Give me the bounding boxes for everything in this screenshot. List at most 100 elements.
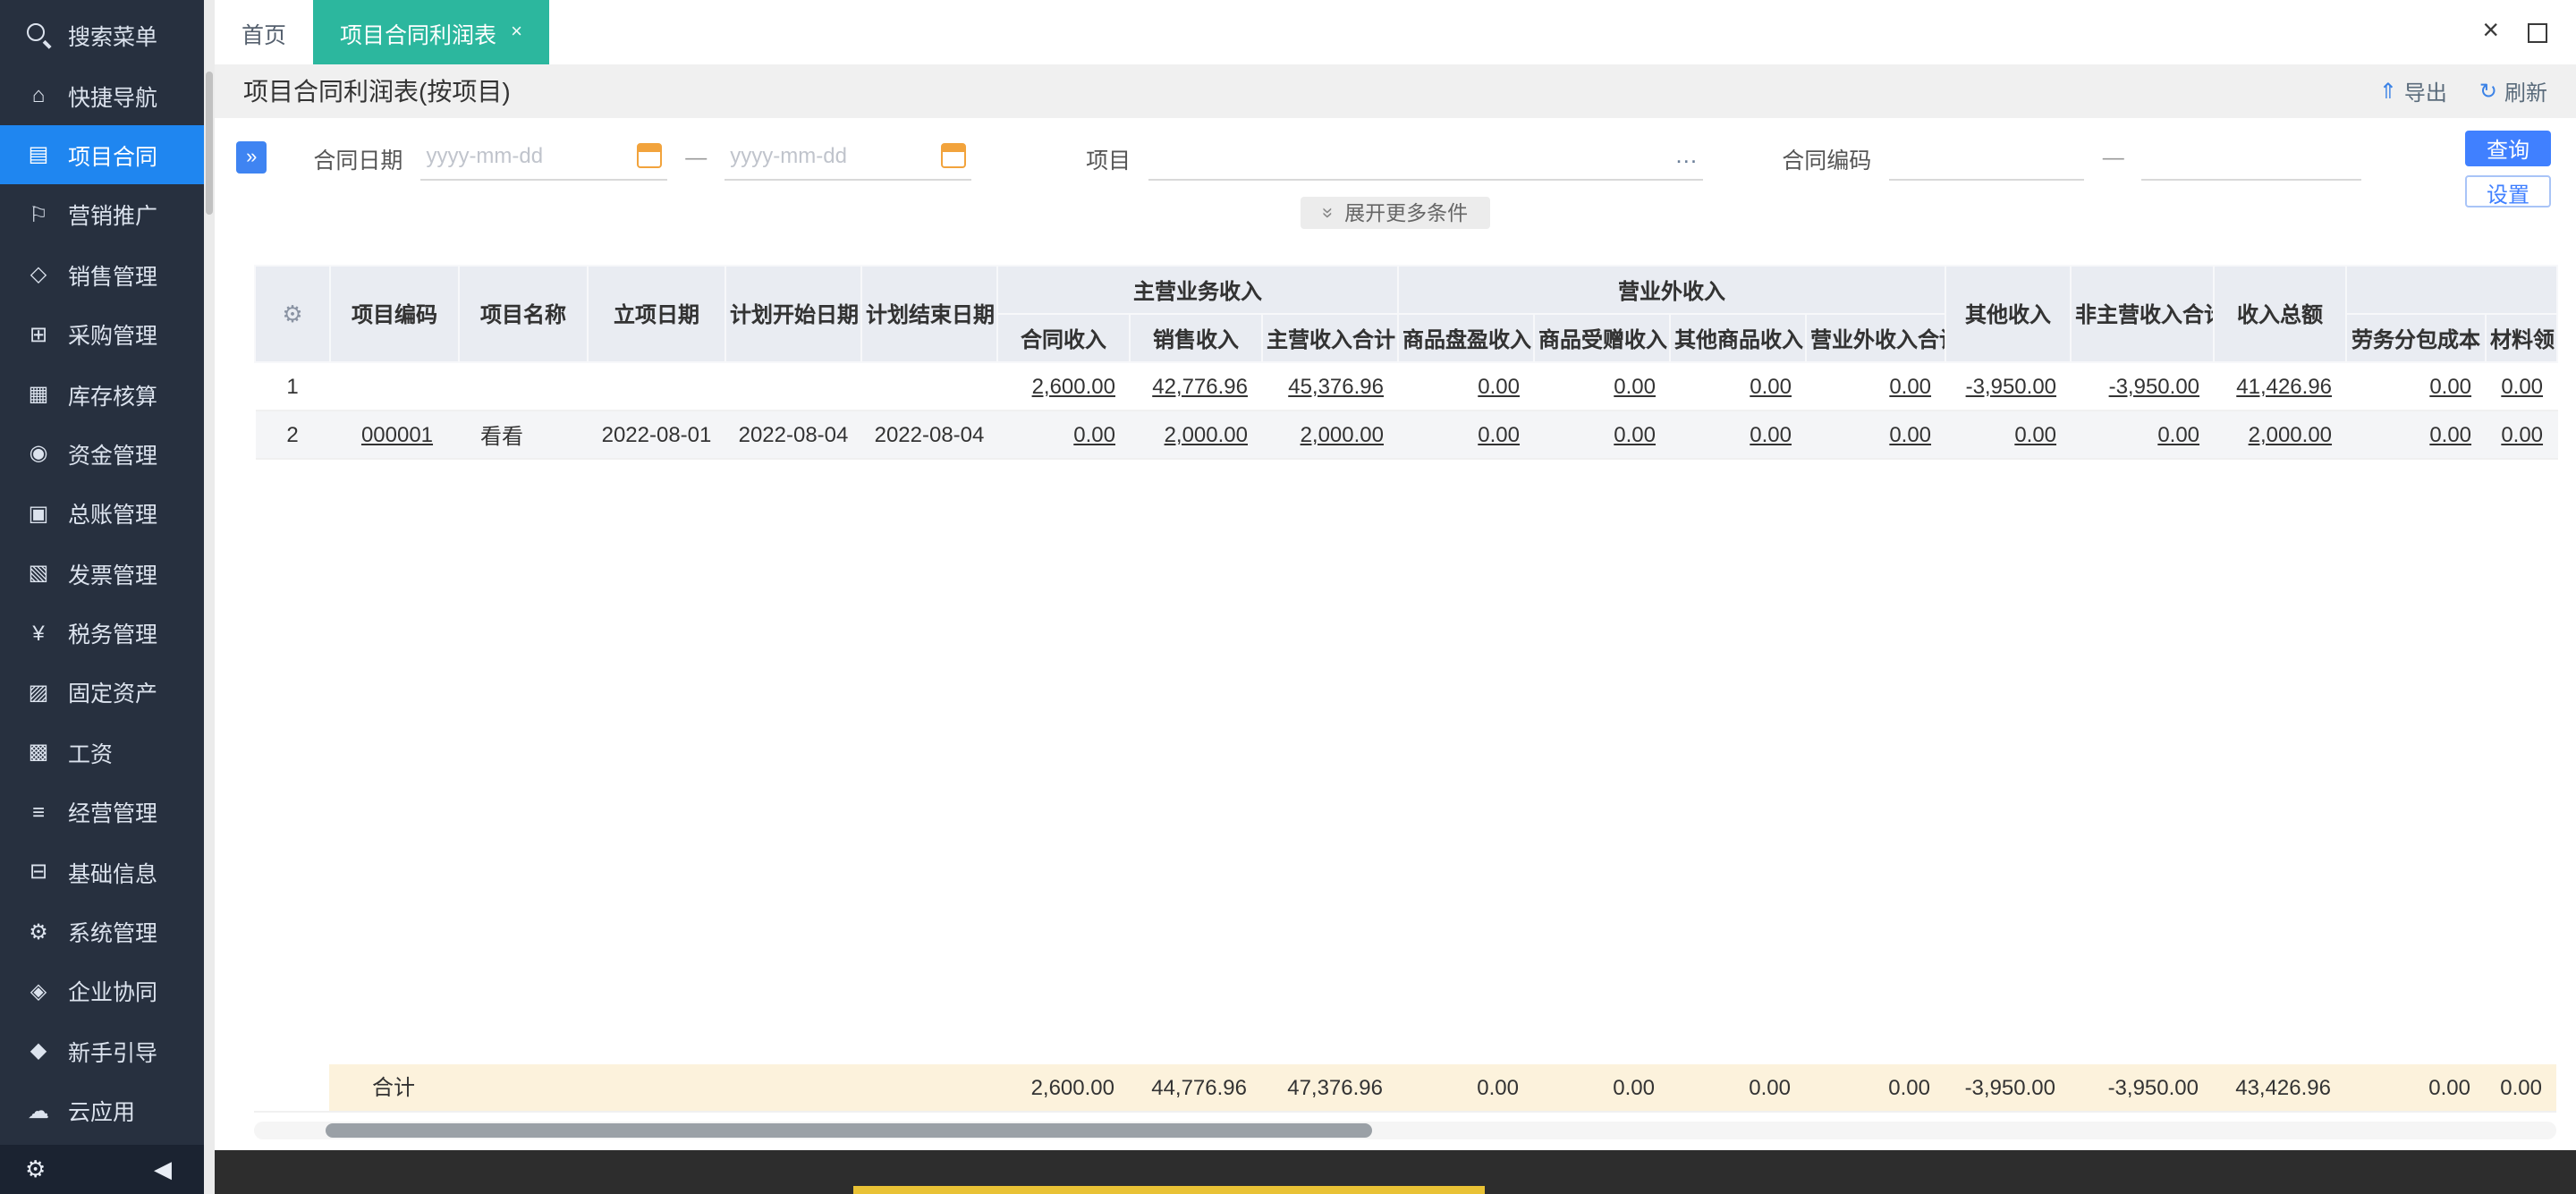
cell-amount[interactable]: 42,776.96 <box>1130 362 1262 411</box>
expand-more-conditions-button[interactable]: » 展开更多条件 <box>1301 197 1490 229</box>
cell-amount[interactable]: 0.00 <box>1806 411 1946 460</box>
cell-amount[interactable]: 0.00 <box>1534 362 1670 411</box>
sidebar-item-payroll[interactable]: ▩ 工资 <box>0 722 204 782</box>
sidebar-item-purchase[interactable]: ⊞ 采购管理 <box>0 304 204 364</box>
window-maximize-icon[interactable] <box>2528 22 2547 42</box>
taskbar-hint <box>853 1185 1485 1194</box>
project-input[interactable]: … <box>1148 135 1704 180</box>
sidebar-item-sales[interactable]: ◇ 销售管理 <box>0 244 204 304</box>
cell-amount[interactable]: 0.00 <box>2071 411 2215 460</box>
cell-amount[interactable]: -3,950.00 <box>1945 362 2072 411</box>
tab-project-contract-profit[interactable]: 项目合同利润表 × <box>313 0 549 64</box>
sidebar-item-inventory[interactable]: ▦ 库存核算 <box>0 364 204 424</box>
cell-amount[interactable]: 0.00 <box>2346 411 2487 460</box>
total-label: 合计 <box>329 1063 458 1112</box>
cell-amount[interactable]: 0.00 <box>2486 411 2558 460</box>
cell-amount[interactable]: 2,000.00 <box>2214 411 2347 460</box>
col-header-setup-date: 立项日期 <box>587 265 726 363</box>
tab-close-icon[interactable]: × <box>511 21 522 43</box>
cell-amount[interactable]: 0.00 <box>1670 411 1806 460</box>
sidebar-item-search[interactable]: 搜索菜单 <box>0 5 204 65</box>
query-button[interactable]: 查询 <box>2465 131 2551 166</box>
cell-project-name: 看看 <box>459 411 588 460</box>
cell-amount[interactable]: 45,376.96 <box>1262 362 1398 411</box>
cell-amount[interactable]: 2,000.00 <box>1262 411 1398 460</box>
sidebar-item-assets[interactable]: ▨ 固定资产 <box>0 663 204 723</box>
cell-amount[interactable]: 0.00 <box>1534 411 1670 460</box>
sidebar-item-marketing[interactable]: ⚐ 营销推广 <box>0 184 204 244</box>
sidebar-item-project[interactable]: ▤ 项目合同 <box>0 124 204 185</box>
settings-button[interactable]: 设置 <box>2465 175 2551 207</box>
sidebar-item-cloud[interactable]: ☁ 云应用 <box>0 1080 204 1140</box>
cell-amount[interactable]: 0.00 <box>1398 362 1534 411</box>
sidebar-item-guide[interactable]: ◆ 新手引导 <box>0 1020 204 1080</box>
cell-project-code[interactable]: 000001 <box>330 411 459 460</box>
cell-amount[interactable]: 0.00 <box>1945 411 2072 460</box>
cell-amount[interactable]: 0.00 <box>997 411 1130 460</box>
col-header-contract-income: 合同收入 <box>996 313 1131 363</box>
title-actions: ⇑ 导出 ↻ 刷新 <box>2379 76 2547 106</box>
bottom-strip <box>215 1149 2576 1194</box>
filter-buttons: 查询 设置 <box>2465 131 2551 207</box>
sidebar-item-quicknav[interactable]: ⌂ 快捷导航 <box>0 65 204 125</box>
cell-amount[interactable]: 0.00 <box>2346 362 2487 411</box>
vertical-scrollbar[interactable] <box>204 0 215 1194</box>
sidebar-item-invoice[interactable]: ▧ 发票管理 <box>0 543 204 603</box>
sidebar-menu: 搜索菜单 ⌂ 快捷导航 ▤ 项目合同 ⚐ 营销推广 ◇ 销售管理 ⊞ 采购管理 ▦ 库存核算 ◉ 资金管理 ▣… <box>0 0 204 1144</box>
sidebar-item-operations[interactable]: ≡ 经营管理 <box>0 782 204 842</box>
group-header-nonop-income: 营业外收入 <box>1396 265 1947 315</box>
contract-date-from-input[interactable]: yyyy-mm-dd <box>420 135 668 180</box>
sidebar-item-tax[interactable]: ¥ 税务管理 <box>0 603 204 663</box>
cell-amount[interactable]: 0.00 <box>1670 362 1806 411</box>
sidebar-item-system[interactable]: ⚙ 系统管理 <box>0 902 204 961</box>
contract-code-to-input[interactable] <box>2141 135 2361 180</box>
sidebar-item-label: 经营管理 <box>68 801 158 827</box>
cell-amount[interactable]: 0.00 <box>1398 411 1534 460</box>
col-header-labor-cost: 劳务分包成本 <box>2345 313 2487 363</box>
expand-filters-button[interactable]: » <box>236 141 267 174</box>
cell-amount[interactable]: 0.00 <box>1806 362 1946 411</box>
column-settings-header[interactable]: ⚙ <box>254 265 331 363</box>
contract-date-label: 合同日期 <box>313 148 403 173</box>
contract-code-from-input[interactable] <box>1889 135 2085 180</box>
sidebar-item-label: 资金管理 <box>68 443 158 469</box>
export-button[interactable]: ⇑ 导出 <box>2379 76 2447 106</box>
col-header-project-code: 项目编码 <box>329 265 460 363</box>
invoice-icon: ▧ <box>28 560 49 586</box>
cell-date <box>588 362 725 411</box>
cell-amount[interactable]: 2,000.00 <box>1130 411 1262 460</box>
total-amount: 43,426.96 <box>2213 1063 2345 1112</box>
settings-gear-icon[interactable]: ⚙ <box>25 1155 46 1183</box>
total-amount: 47,376.96 <box>1261 1063 1397 1112</box>
cell-amount[interactable]: 2,600.00 <box>997 362 1130 411</box>
vertical-scrollbar-thumb[interactable] <box>206 72 213 215</box>
table-header: ⚙ 项目编码 项目名称 立项日期 计划开始日期 计划结束日期 主营业务收入 营业… <box>254 265 2559 363</box>
sidebar-item-ledger[interactable]: ▣ 总账管理 <box>0 483 204 543</box>
cell-amount[interactable]: -3,950.00 <box>2071 362 2215 411</box>
tab-active-label: 项目合同利润表 <box>340 22 497 47</box>
project-icon: ▤ <box>28 141 49 167</box>
sidebar-item-basicinfo[interactable]: ⊟ 基础信息 <box>0 842 204 902</box>
sidebar-item-label: 税务管理 <box>68 622 158 648</box>
cell-amount[interactable]: 41,426.96 <box>2214 362 2347 411</box>
calendar-icon[interactable] <box>637 142 663 167</box>
cell-amount[interactable]: 0.00 <box>2486 362 2558 411</box>
col-header-inventory-gain: 商品盘盈收入 <box>1397 313 1535 363</box>
calendar-icon[interactable] <box>941 142 967 167</box>
refresh-button[interactable]: ↻ 刷新 <box>2479 76 2547 106</box>
horizontal-scrollbar[interactable] <box>254 1121 2556 1139</box>
project-picker-ellipsis[interactable]: … <box>1674 141 1698 168</box>
sidebar: 搜索菜单 ⌂ 快捷导航 ▤ 项目合同 ⚐ 营销推广 ◇ 销售管理 ⊞ 采购管理 ▦ 库存核算 ◉ 资金管理 ▣… <box>0 0 204 1194</box>
tax-icon: ¥ <box>32 620 45 646</box>
contract-date-to-input[interactable]: yyyy-mm-dd <box>724 135 972 180</box>
tab-home[interactable]: 首页 <box>215 0 313 64</box>
window-close-icon[interactable]: × <box>2482 17 2499 47</box>
horizontal-scrollbar-thumb[interactable] <box>326 1122 1372 1137</box>
collapse-sidebar-icon[interactable]: ◀ <box>154 1155 172 1183</box>
sidebar-item-funds[interactable]: ◉ 资金管理 <box>0 423 204 483</box>
export-label: 导出 <box>2403 80 2447 105</box>
sidebar-item-label: 系统管理 <box>68 921 158 947</box>
sidebar-item-collab[interactable]: ◈ 企业协同 <box>0 961 204 1021</box>
total-amount: 0.00 <box>2345 1063 2485 1112</box>
column-settings-icon[interactable]: ⚙ <box>282 300 302 326</box>
